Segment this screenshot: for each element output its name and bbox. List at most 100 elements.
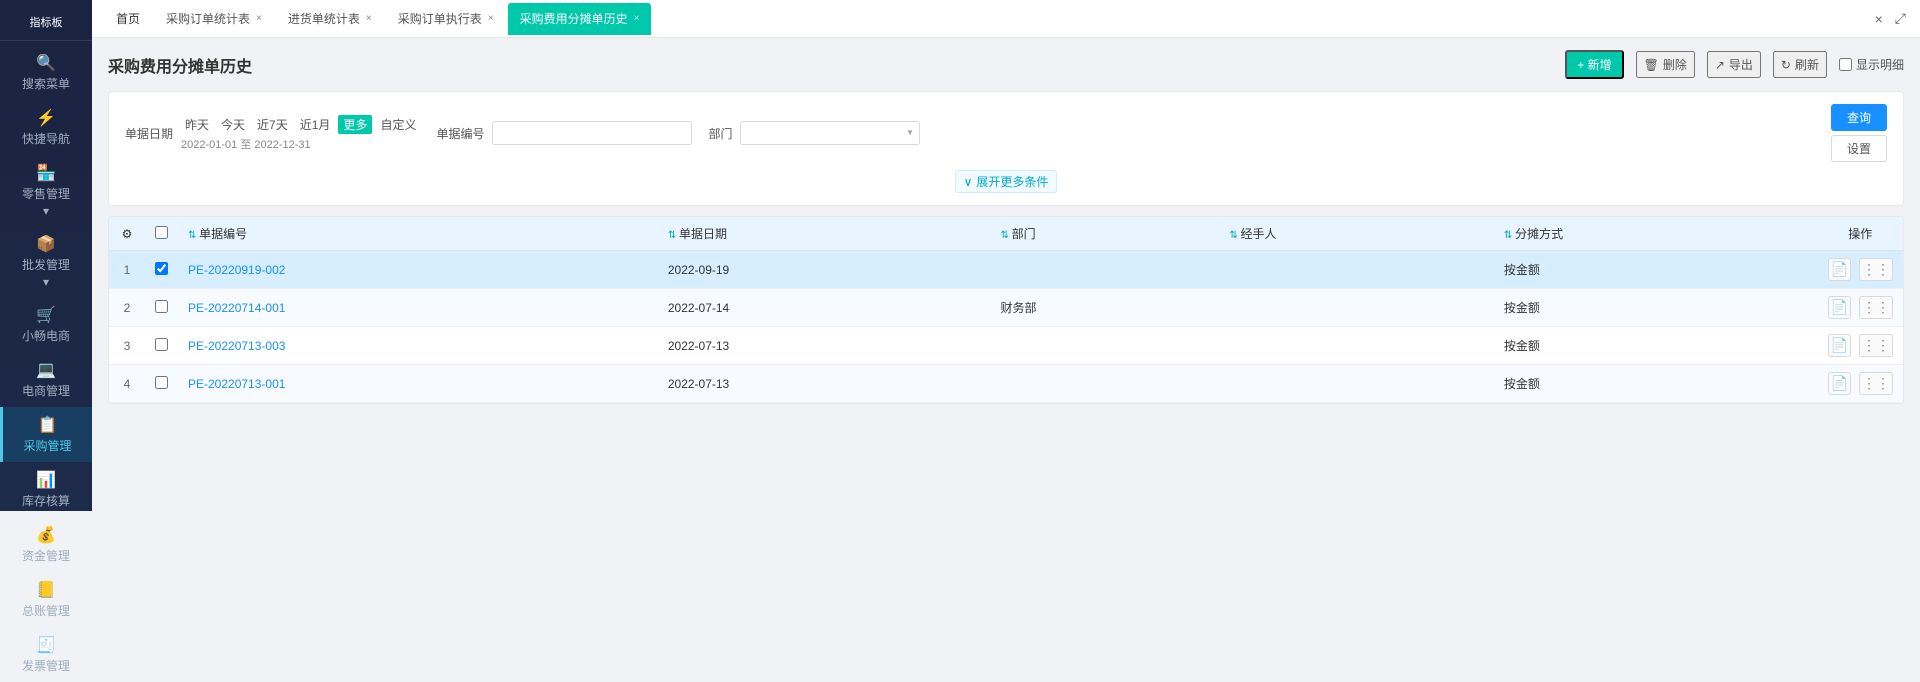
sidebar-item-ledger[interactable]: 📒 总账管理 [0, 572, 92, 627]
actions-column-header: 操作 [1818, 217, 1903, 251]
row-handler [1219, 251, 1494, 289]
select-all-checkbox[interactable] [155, 226, 168, 239]
row-checkbox[interactable] [155, 300, 168, 313]
tab-close-icon[interactable]: × [366, 13, 372, 24]
shortcut-today[interactable]: 今天 [217, 115, 249, 134]
chevron-down-icon: ▾ [43, 275, 49, 289]
shortcut-1month[interactable]: 近1月 [296, 115, 335, 134]
sidebar-item-finance[interactable]: 💰 资金管理 [0, 517, 92, 572]
main-area: 首页 采购订单统计表 × 进货单统计表 × 采购订单执行表 × 采购费用分摊单历… [92, 0, 1920, 511]
search-button[interactable]: 查询 [1831, 104, 1887, 131]
tab-maximize-icon[interactable]: ⤢ [1893, 8, 1908, 29]
sidebar-item-search[interactable]: 🔍 搜索菜单 [0, 45, 92, 100]
sidebar-item-wholesale[interactable]: 📦 批发管理 ▾ [0, 226, 92, 297]
export-button[interactable]: ↗ 导出 [1707, 51, 1761, 78]
more-action-icon[interactable]: ⋮⋮ [1859, 296, 1893, 319]
table-row: 3 PE-20220713-003 2022-07-13 按金额 📄 ⋮⋮ [109, 327, 1903, 365]
tab-close-icon[interactable]: × [256, 13, 262, 24]
delete-icon: 🗑 [1644, 58, 1659, 72]
row-doc-num: PE-20220713-001 [178, 365, 658, 403]
purchase-icon: 📋 [38, 415, 58, 435]
tab-purchase-goods-stats[interactable]: 进货单统计表 × [276, 3, 384, 35]
row-checkbox[interactable] [155, 262, 168, 275]
sidebar-item-ecommerce[interactable]: 💻 电商管理 [0, 352, 92, 407]
row-actions: 📄 ⋮⋮ [1818, 251, 1903, 289]
view-action-icon[interactable]: 📄 [1828, 258, 1851, 281]
table-row: 4 PE-20220713-001 2022-07-13 按金额 📄 ⋮⋮ [109, 365, 1903, 403]
sidebar-item-inventory[interactable]: 📊 库存核算 [0, 462, 92, 517]
table-row: 1 PE-20220919-002 2022-09-19 按金额 📄 ⋮⋮ [109, 251, 1903, 289]
row-handler [1219, 365, 1494, 403]
doc-num-link[interactable]: PE-20220713-001 [188, 377, 285, 391]
row-actions: 📄 ⋮⋮ [1818, 289, 1903, 327]
add-button[interactable]: + 新增 [1565, 50, 1623, 79]
row-handler [1219, 327, 1494, 365]
row-checkbox-cell [145, 327, 178, 365]
dept-label: 部门 [708, 125, 732, 142]
toolbar: + 新增 🗑 删除 ↗ 导出 ↻ 刷新 显示明细 [1565, 50, 1904, 79]
tab-purchase-order-exec[interactable]: 采购订单执行表 × [386, 3, 506, 35]
doc-date-column-header[interactable]: 单据日期 [658, 217, 991, 251]
tab-close-window-icon[interactable]: × [1873, 9, 1885, 29]
dept-column-header[interactable]: 部门 [990, 217, 1219, 251]
dept-field: 部门 财务部 [708, 121, 920, 145]
row-doc-date: 2022-07-13 [658, 365, 991, 403]
ledger-icon: 📒 [36, 580, 56, 600]
shortcut-7days[interactable]: 近7天 [253, 115, 292, 134]
tab-close-icon[interactable]: × [634, 13, 640, 24]
quick-nav-icon: ⚡ [36, 108, 56, 128]
export-icon: ↗ [1715, 58, 1725, 72]
date-field: 单据日期 昨天 今天 近7天 近1月 更多 自定义 2022-01-01 至 2… [125, 115, 420, 152]
doc-num-column-header[interactable]: 单据编号 [178, 217, 658, 251]
dept-select[interactable]: 财务部 [740, 121, 920, 145]
row-doc-num: PE-20220713-003 [178, 327, 658, 365]
table-header-row: ⚙ 单据编号 单据日期 部门 经手人 分摊方式 操作 [109, 217, 1903, 251]
row-checkbox[interactable] [155, 338, 168, 351]
delete-button[interactable]: 🗑 删除 [1636, 51, 1695, 78]
inventory-icon: 📊 [36, 470, 56, 490]
setting-button[interactable]: 设置 [1831, 135, 1887, 162]
row-checkbox-cell [145, 251, 178, 289]
more-action-icon[interactable]: ⋮⋮ [1859, 334, 1893, 357]
row-split-method: 按金额 [1494, 289, 1818, 327]
tab-close-icon[interactable]: × [488, 13, 494, 24]
shortcut-more[interactable]: 更多 [338, 115, 372, 134]
show-details-checkbox-label[interactable]: 显示明细 [1839, 56, 1904, 73]
shortcut-yesterday[interactable]: 昨天 [181, 115, 213, 134]
show-details-checkbox[interactable] [1839, 58, 1852, 71]
tab-bar-right: × ⤢ [1873, 8, 1908, 29]
sidebar-item-micro-mall[interactable]: 🛒 小畅电商 [0, 297, 92, 352]
row-checkbox[interactable] [155, 376, 168, 389]
row-split-method: 按金额 [1494, 327, 1818, 365]
split-method-column-header[interactable]: 分摊方式 [1494, 217, 1818, 251]
doc-num-link[interactable]: PE-20220919-002 [188, 263, 285, 277]
doc-num-link[interactable]: PE-20220713-003 [188, 339, 285, 353]
view-action-icon[interactable]: 📄 [1828, 334, 1851, 357]
chevron-down-icon: ▾ [43, 204, 49, 218]
handler-column-header[interactable]: 经手人 [1219, 217, 1494, 251]
doc-num-link[interactable]: PE-20220714-001 [188, 301, 285, 315]
tab-home[interactable]: 首页 [104, 3, 152, 35]
sidebar-item-retail[interactable]: 🏪 零售管理 ▾ [0, 155, 92, 226]
row-dept [990, 251, 1219, 289]
date-field-group: 昨天 今天 近7天 近1月 更多 自定义 2022-01-01 至 2022-1… [181, 115, 420, 152]
more-action-icon[interactable]: ⋮⋮ [1859, 372, 1893, 395]
more-action-icon[interactable]: ⋮⋮ [1859, 258, 1893, 281]
refresh-button[interactable]: ↻ 刷新 [1773, 51, 1827, 78]
tab-purchase-order-stats[interactable]: 采购订单统计表 × [154, 3, 274, 35]
sidebar-item-purchase[interactable]: 📋 采购管理 [0, 407, 92, 462]
sidebar-item-quick-nav[interactable]: ⚡ 快捷导航 [0, 100, 92, 155]
tab-purchase-cost-history[interactable]: 采购费用分摊单历史 × [508, 3, 652, 35]
shortcut-custom[interactable]: 自定义 [376, 115, 420, 134]
expand-button[interactable]: ∨ 展开更多条件 [955, 170, 1058, 193]
doc-num-label: 单据编号 [436, 125, 484, 142]
row-doc-date: 2022-09-19 [658, 251, 991, 289]
doc-num-input[interactable] [492, 121, 692, 145]
sidebar-item-invoice[interactable]: 🧾 发票管理 [0, 627, 92, 682]
gear-column-header[interactable]: ⚙ [109, 217, 145, 251]
view-action-icon[interactable]: 📄 [1828, 296, 1851, 319]
data-table: ⚙ 单据编号 单据日期 部门 经手人 分摊方式 操作 1 [109, 217, 1903, 403]
refresh-icon: ↻ [1781, 58, 1791, 72]
row-checkbox-cell [145, 365, 178, 403]
view-action-icon[interactable]: 📄 [1828, 372, 1851, 395]
